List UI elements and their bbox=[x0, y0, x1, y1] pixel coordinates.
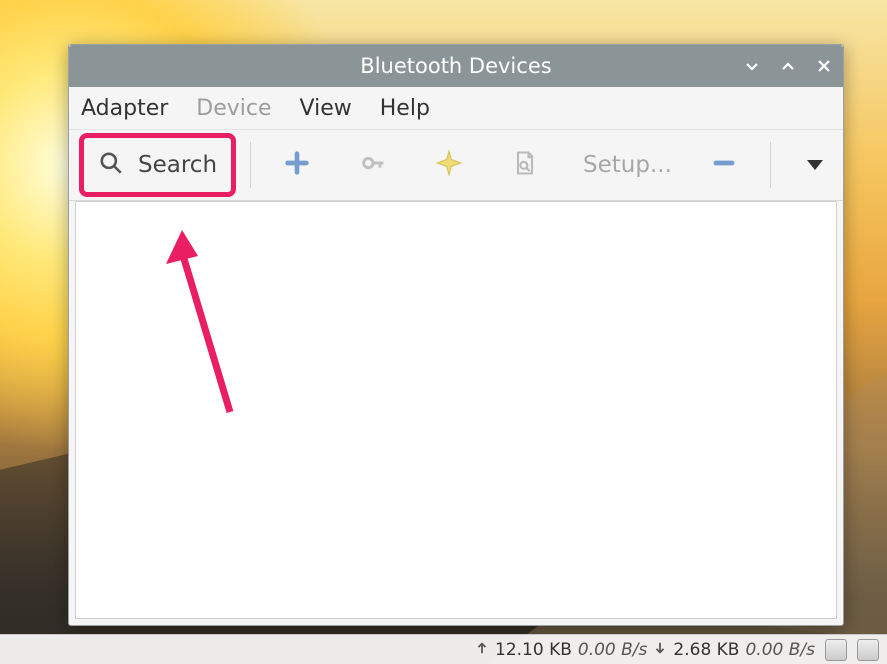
setup-button[interactable]: Setup... bbox=[567, 141, 682, 189]
pair-key-button[interactable] bbox=[339, 141, 407, 189]
upload-icon bbox=[475, 640, 489, 660]
net-upload-total: 12.10 KB bbox=[495, 640, 572, 660]
titlebar[interactable]: Bluetooth Devices bbox=[69, 45, 843, 87]
trust-device-button[interactable] bbox=[415, 141, 483, 189]
window-minimize-button[interactable] bbox=[777, 55, 799, 77]
send-file-button[interactable] bbox=[491, 141, 559, 189]
device-list-area[interactable] bbox=[75, 201, 837, 619]
window-shade-button[interactable] bbox=[741, 55, 763, 77]
search-icon bbox=[98, 150, 124, 180]
toolbar-separator-2 bbox=[770, 142, 771, 188]
net-download-total: 2.68 KB bbox=[673, 640, 739, 660]
toolbar-separator bbox=[250, 142, 251, 188]
menubar: Adapter Device View Help bbox=[69, 87, 843, 130]
search-button-label: Search bbox=[138, 152, 217, 178]
net-upload-rate: 0.00 B/s bbox=[578, 640, 648, 660]
download-icon bbox=[653, 640, 667, 660]
add-device-button[interactable] bbox=[263, 141, 331, 189]
toolbar-overflow-dropdown[interactable] bbox=[807, 160, 823, 170]
toolbar: Search bbox=[69, 130, 843, 201]
window-title: Bluetooth Devices bbox=[360, 54, 551, 78]
menu-help[interactable]: Help bbox=[380, 96, 430, 121]
desktop-background: Bluetooth Devices Adapter Device View He… bbox=[0, 0, 887, 664]
window-close-button[interactable] bbox=[813, 55, 835, 77]
tray-icon-1[interactable] bbox=[825, 639, 847, 661]
key-icon bbox=[359, 149, 387, 181]
menu-view[interactable]: View bbox=[300, 96, 352, 121]
remove-device-button[interactable] bbox=[690, 141, 758, 189]
net-download-rate: 0.00 B/s bbox=[745, 640, 815, 660]
send-file-icon bbox=[511, 149, 539, 181]
menu-adapter[interactable]: Adapter bbox=[81, 96, 168, 121]
star-icon bbox=[435, 149, 463, 181]
window-controls bbox=[741, 45, 835, 87]
bluetooth-devices-window: Bluetooth Devices Adapter Device View He… bbox=[68, 44, 844, 626]
menu-device[interactable]: Device bbox=[196, 96, 271, 121]
plus-icon bbox=[283, 149, 311, 181]
search-button[interactable]: Search bbox=[79, 133, 236, 197]
setup-button-label: Setup... bbox=[583, 152, 672, 178]
minus-icon bbox=[710, 149, 738, 181]
taskbar: 12.10 KB 0.00 B/s 2.68 KB 0.00 B/s bbox=[0, 634, 887, 664]
tray-icon-2[interactable] bbox=[857, 639, 879, 661]
